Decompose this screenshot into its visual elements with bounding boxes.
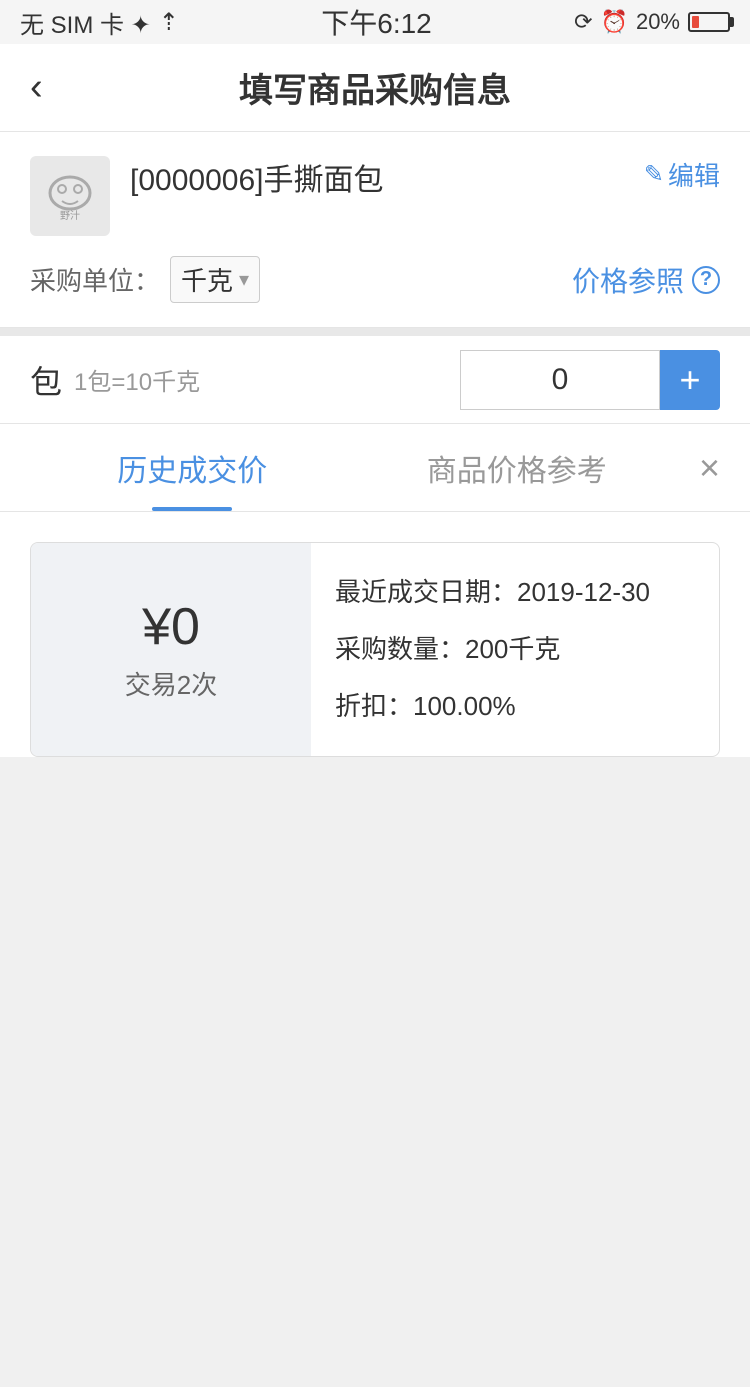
tab-underline — [152, 507, 232, 511]
quantity-row: 包 1包=10千克 0 + — [0, 336, 750, 424]
discount-row: 折扣：100.00% — [335, 687, 695, 726]
status-bar: 无 SIM 卡 ✦ ⇡ 下午6:12 ⟳ ⏰ 20% — [0, 0, 750, 44]
price-amount: ¥0 — [142, 597, 200, 657]
history-price-summary: ¥0 交易2次 — [31, 543, 311, 756]
unit-label: 采购单位： — [30, 261, 160, 298]
edit-icon: ✎ — [644, 160, 664, 189]
sim-text: 无 SIM 卡 ✦ — [20, 5, 151, 40]
header: ‹ 填写商品采购信息 — [0, 44, 750, 132]
unit-row: 采购单位： 千克 ▾ — [30, 256, 260, 303]
history-details: 最近成交日期：2019-12-30 采购数量：200千克 折扣：100.00% — [311, 543, 719, 756]
price-ref-button[interactable]: 价格参照 ? — [572, 260, 720, 300]
close-button[interactable]: × — [679, 447, 720, 489]
product-thumbnail: 野汁 — [30, 156, 110, 236]
trade-count: 交易2次 — [125, 665, 217, 702]
tab-product-price-ref[interactable]: 商品价格参考 — [354, 424, 678, 511]
tabs-header: 历史成交价 商品价格参考 × — [0, 424, 750, 512]
status-time: 下午6:12 — [321, 2, 432, 42]
battery-icon — [688, 12, 730, 32]
plus-button[interactable]: + — [660, 350, 720, 410]
tabs-section: 历史成交价 商品价格参考 × ¥0 交易2次 最近成交日期：2019-12-30… — [0, 424, 750, 757]
product-card: 野汁 [0000006]手撕面包 ✎ 编辑 采购单位： 千克 ▾ 价格参照 ? — [0, 132, 750, 328]
product-bottom: 采购单位： 千克 ▾ 价格参照 ? — [30, 256, 720, 303]
unit-badge: 包 — [30, 357, 62, 403]
tab-history-price[interactable]: 历史成交价 — [30, 424, 354, 511]
recent-date-row: 最近成交日期：2019-12-30 — [335, 573, 695, 612]
wifi-icon: ⇡ — [159, 8, 179, 37]
quantity-row-detail: 采购数量：200千克 — [335, 630, 695, 669]
chevron-down-icon: ▾ — [239, 267, 249, 292]
quantity-input[interactable]: 0 — [460, 350, 660, 410]
product-logo-icon: 野汁 — [40, 171, 100, 221]
status-right: ⟳ ⏰ 20% — [574, 9, 730, 35]
alarm-icon: ⏰ — [601, 9, 628, 35]
page-title: 填写商品采购信息 — [239, 63, 511, 112]
history-card: ¥0 交易2次 最近成交日期：2019-12-30 采购数量：200千克 折扣：… — [30, 542, 720, 757]
unit-select[interactable]: 千克 ▾ — [170, 256, 260, 303]
product-top: 野汁 [0000006]手撕面包 ✎ 编辑 — [30, 156, 720, 236]
back-button[interactable]: ‹ — [30, 66, 63, 109]
unit-desc: 1包=10千克 — [74, 362, 200, 397]
section-divider — [0, 328, 750, 336]
status-left: 无 SIM 卡 ✦ ⇡ — [20, 5, 179, 40]
battery-percent: 20% — [636, 9, 680, 35]
help-icon: ? — [692, 266, 720, 294]
main-content-area — [0, 787, 750, 1387]
quantity-label: 包 1包=10千克 — [30, 357, 200, 403]
quantity-control: 0 + — [460, 350, 720, 410]
location-icon: ⟳ — [574, 9, 592, 35]
svg-text:野汁: 野汁 — [60, 209, 80, 221]
edit-button[interactable]: ✎ 编辑 — [644, 156, 720, 193]
product-name: [0000006]手撕面包 — [130, 156, 383, 202]
product-info: [0000006]手撕面包 — [130, 156, 383, 202]
product-left: 野汁 [0000006]手撕面包 — [30, 156, 383, 236]
